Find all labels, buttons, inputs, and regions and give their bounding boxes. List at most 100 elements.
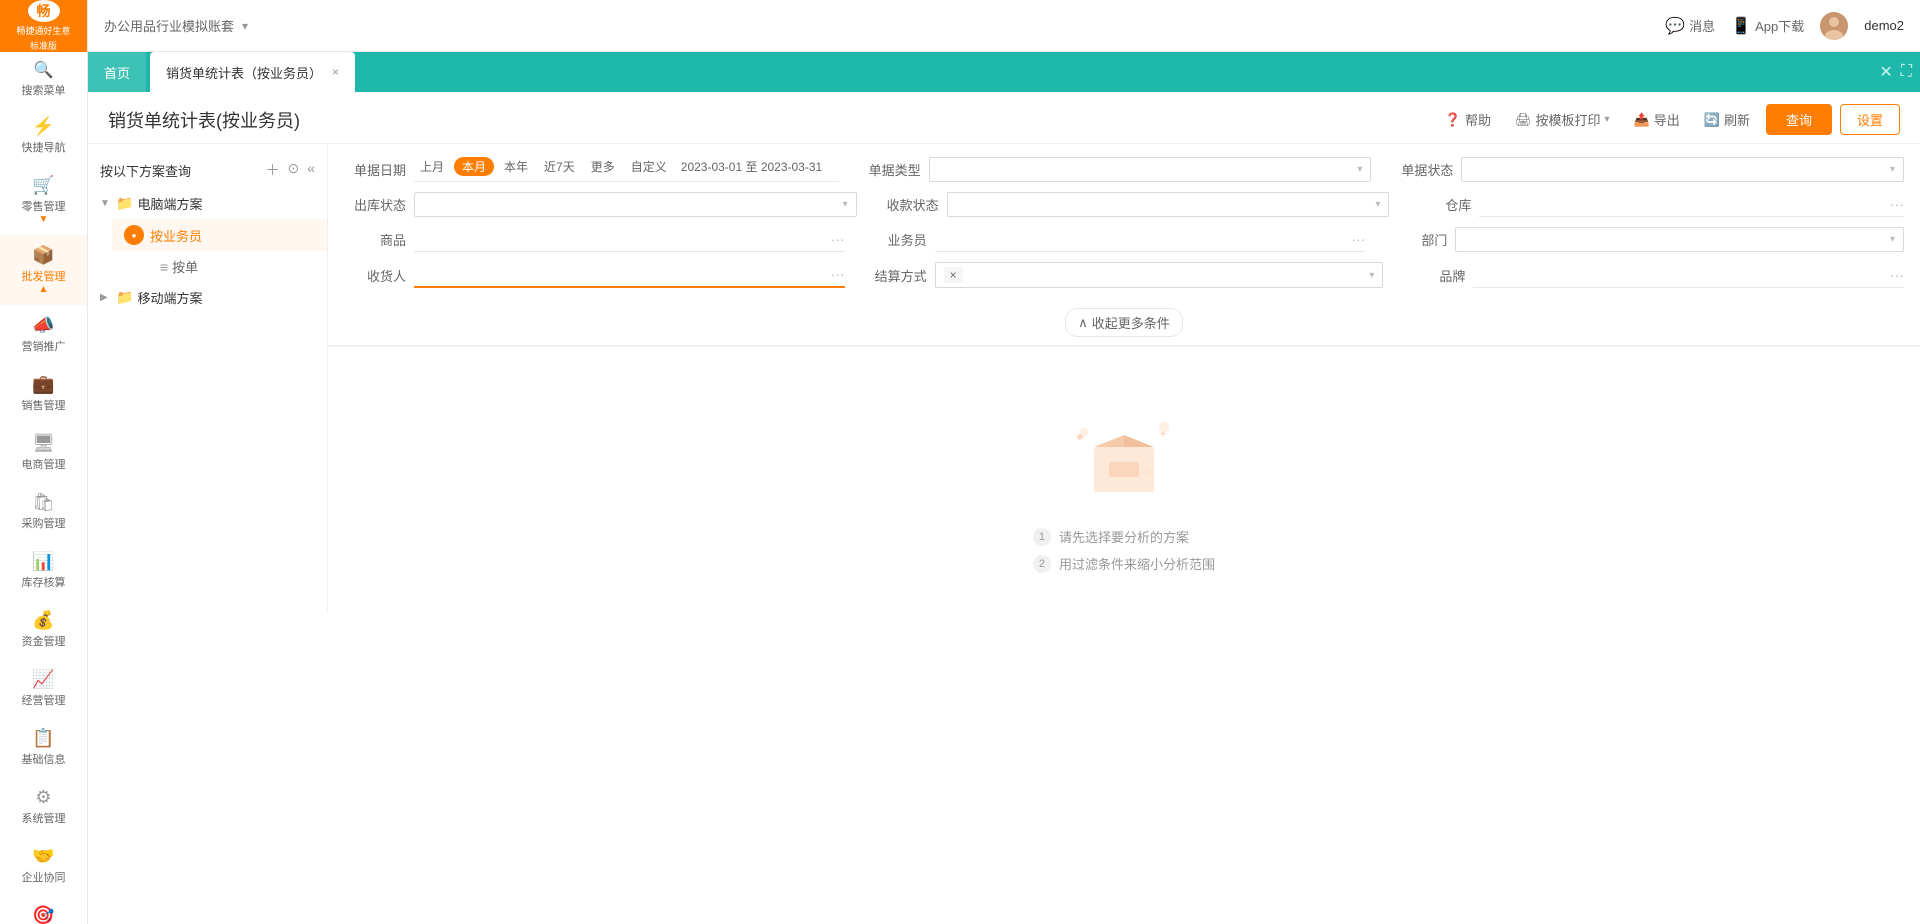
sidebar-item-system[interactable]: ⚙ 系统管理	[0, 777, 88, 836]
sidebar-item-retail-label: 零售管理	[22, 198, 66, 214]
sidebar-item-sales[interactable]: 💼 销售管理	[0, 364, 88, 423]
panel-collapse-icon[interactable]: «	[307, 160, 315, 180]
doc-status-input[interactable]	[1470, 162, 1875, 177]
goods-input[interactable]	[414, 232, 831, 247]
warehouse-dots[interactable]: ···	[1890, 196, 1904, 212]
warehouse-control: ···	[1479, 192, 1904, 217]
date-range-display: 2023-03-01 至 2023-03-31	[681, 158, 822, 175]
tree-child-order[interactable]: ≡ 按单	[112, 251, 327, 282]
main-area: 办公用品行业模拟账套 ▾ 💬 消息 📱 App下载 demo2	[88, 0, 1920, 924]
tab-close-icon[interactable]: ×	[332, 65, 339, 79]
warehouse-input[interactable]	[1479, 197, 1890, 212]
goods-dots[interactable]: ···	[831, 231, 845, 247]
sidebar-item-wholesale-label: 批发管理	[22, 268, 66, 284]
doc-type-input[interactable]	[938, 162, 1343, 177]
sidebar-item-purchase[interactable]: 🛍 采购管理	[0, 482, 88, 541]
svg-text:✦: ✦	[1159, 429, 1167, 440]
retail-icon: 🛒	[32, 175, 54, 196]
tab-bar: 首页 销货单统计表（按业务员） × ✕ ⛶	[88, 52, 1920, 92]
panel-refresh-icon[interactable]: ⊙	[287, 160, 299, 180]
header-dropdown-icon[interactable]: ▾	[242, 19, 248, 33]
sidebar-item-newbie[interactable]: 🎯 新手引导	[0, 895, 88, 924]
brand-input[interactable]	[1473, 267, 1890, 282]
help-btn[interactable]: ❓ 帮助	[1437, 106, 1499, 133]
sidebar-item-inventory[interactable]: 📊 库存核算	[0, 541, 88, 600]
receipt-status-input[interactable]	[956, 197, 1361, 212]
brand-dots[interactable]: ···	[1890, 267, 1904, 283]
tree-child-salesman[interactable]: ● 按业务员	[112, 219, 327, 251]
tab-sales-stat[interactable]: 销货单统计表（按业务员） ×	[150, 52, 355, 92]
tree-expand-icon: ▼	[100, 198, 112, 209]
tree-item-mobile[interactable]: ▶ 📁 移动端方案	[88, 282, 327, 313]
date-btn-7days[interactable]: 近7天	[538, 156, 581, 177]
logo[interactable]: 畅 畅捷通好生意 标准版	[0, 0, 88, 52]
tab-close-all-btn[interactable]: ✕	[1879, 62, 1892, 82]
corp-icon: 🤝	[32, 846, 54, 867]
message-icon: 💬	[1665, 16, 1685, 36]
sidebar-item-basic[interactable]: 📋 基础信息	[0, 718, 88, 777]
date-btn-more[interactable]: 更多	[585, 156, 621, 177]
export-btn[interactable]: 📤 导出	[1626, 106, 1688, 133]
tab-bar-right: ✕ ⛶	[1879, 62, 1920, 82]
settings-button[interactable]: 设置	[1840, 104, 1900, 135]
recipient-input[interactable]	[414, 267, 831, 282]
sidebar-item-ecom[interactable]: 🖥 电商管理	[0, 423, 88, 482]
hint-num-1: 1	[1033, 528, 1051, 546]
empty-illustration: ✦ ✦	[1064, 407, 1184, 507]
header-left: 办公用品行业模拟账套 ▾	[104, 16, 248, 35]
print-dropdown-arrow: ▾	[1605, 114, 1610, 125]
operation-icon: 📈	[32, 669, 54, 690]
date-btn-year[interactable]: 本年	[498, 156, 534, 177]
out-status-label: 出库状态	[344, 195, 414, 214]
refresh-btn[interactable]: 🔄 刷新	[1696, 106, 1758, 133]
out-status-arrow: ▾	[843, 199, 848, 210]
collapse-button[interactable]: ∧ 收起更多条件	[1065, 308, 1183, 337]
salesman-input[interactable]	[935, 232, 1352, 247]
date-btn-current[interactable]: 本月	[454, 157, 494, 176]
sidebar-item-ecom-label: 电商管理	[22, 456, 66, 472]
newbie-icon: 🎯	[32, 905, 54, 924]
sidebar-item-corp[interactable]: 🤝 企业协同	[0, 836, 88, 895]
search-icon: 🔍	[34, 60, 54, 80]
settlement-tag-close[interactable]: ×	[950, 268, 957, 282]
recipient-dots[interactable]: ···	[831, 266, 845, 282]
sidebar-item-basic-label: 基础信息	[22, 751, 66, 767]
sidebar-item-operation-label: 经营管理	[22, 692, 66, 708]
sidebar-item-finance[interactable]: 💰 资金管理	[0, 600, 88, 659]
date-btn-custom[interactable]: 自定义	[625, 156, 673, 177]
warehouse-label: 仓库	[1409, 195, 1479, 214]
help-label: 帮助	[1465, 110, 1491, 129]
finance-icon: 💰	[32, 610, 54, 631]
empty-hint-2: 2 用过滤条件来缩小分析范围	[1033, 554, 1215, 573]
salesman-dots[interactable]: ···	[1351, 231, 1365, 247]
sidebar-item-purchase-label: 采购管理	[22, 515, 66, 531]
avatar[interactable]	[1820, 12, 1848, 40]
print-btn[interactable]: 🖨 按模板打印 ▾	[1507, 106, 1618, 133]
message-label: 消息	[1689, 16, 1715, 35]
tab-home[interactable]: 首页	[88, 52, 146, 92]
retail-arrow: ▼	[39, 214, 49, 225]
app-download-btn[interactable]: 📱 App下载	[1731, 16, 1804, 36]
sidebar-item-sales-label: 销售管理	[22, 397, 66, 413]
goods-label: 商品	[344, 230, 414, 249]
order-icon: ≡	[160, 259, 168, 275]
sidebar-item-operation[interactable]: 📈 经营管理	[0, 659, 88, 718]
tab-fullscreen-btn[interactable]: ⛶	[1901, 63, 1912, 81]
sidebar-item-search[interactable]: 🔍 搜索菜单	[0, 52, 88, 106]
recipient-label: 收货人	[344, 266, 414, 285]
query-button[interactable]: 查询	[1766, 104, 1832, 135]
sidebar-item-marketing[interactable]: 📣 营销推广	[0, 305, 88, 364]
date-btn-prev[interactable]: 上月	[414, 156, 450, 177]
page-title: 销货单统计表(按业务员)	[108, 107, 300, 133]
tree-item-desktop[interactable]: ▼ 📁 电脑端方案	[88, 188, 327, 219]
out-status-input[interactable]	[423, 197, 828, 212]
panel-add-icon[interactable]: ＋	[265, 160, 279, 180]
sidebar-item-retail[interactable]: 🛒 零售管理 ▼	[0, 165, 88, 235]
page-title-bar: 销货单统计表(按业务员) ❓ 帮助 🖨 按模板打印 ▾ 📤 导出	[88, 92, 1920, 144]
sidebar-item-wholesale[interactable]: 📦 批发管理 ▲	[0, 235, 88, 305]
filter-row-1: 单据日期 上月 本月 本年 近7天 更多 自定义 2023-03-01 至 20…	[344, 156, 1904, 182]
settlement-label: 结算方式	[865, 266, 935, 285]
dept-input[interactable]	[1464, 232, 1875, 247]
message-btn[interactable]: 💬 消息	[1665, 16, 1715, 36]
sidebar-item-shortcut[interactable]: ⚡ 快捷导航	[0, 106, 88, 165]
